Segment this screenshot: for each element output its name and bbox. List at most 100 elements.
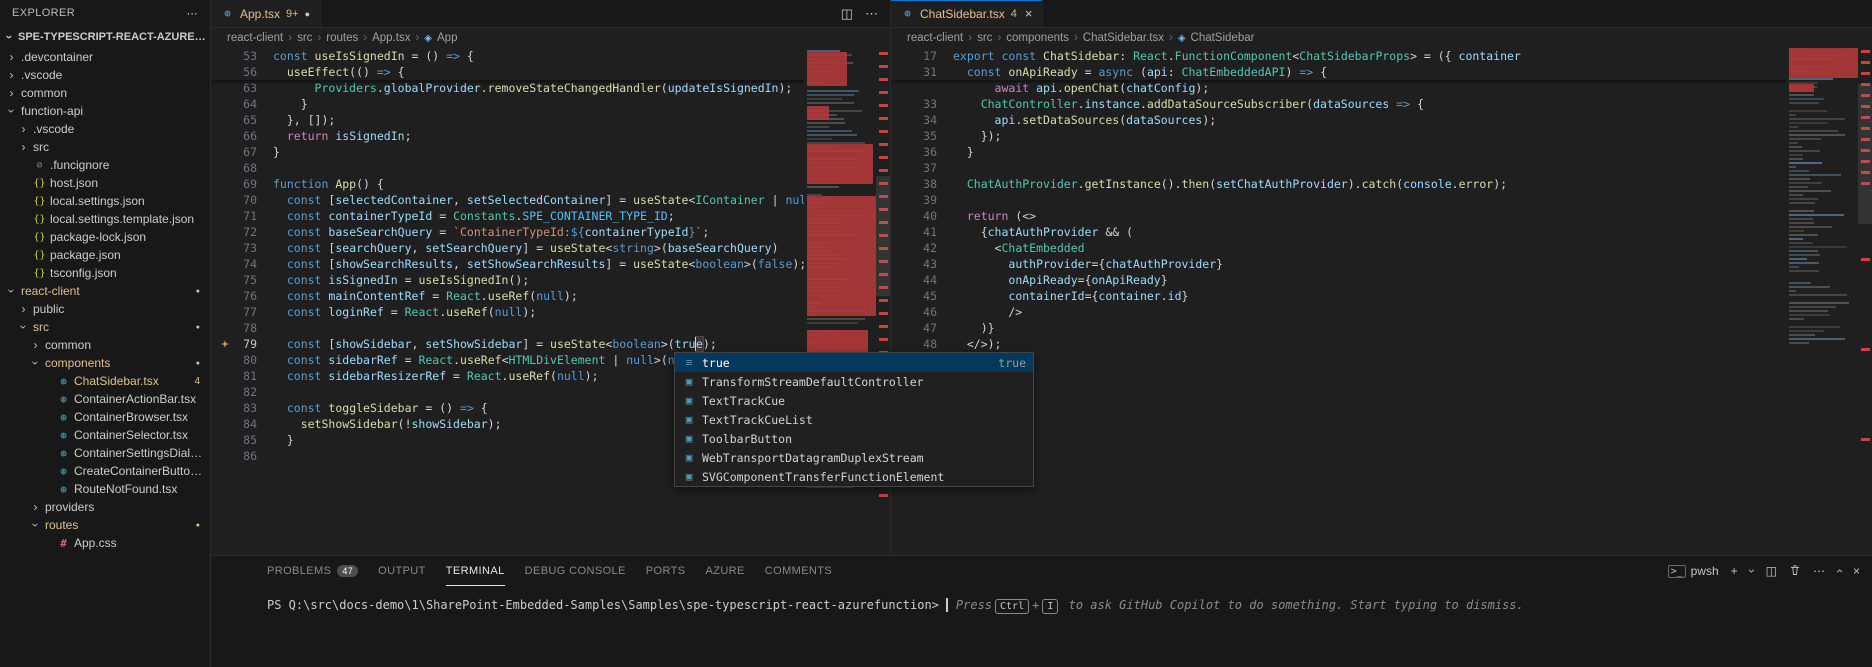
code-line[interactable]: 66 return isSignedIn; bbox=[211, 128, 890, 144]
suggest-item-texttrackcue[interactable]: ▣ TextTrackCue bbox=[675, 391, 1033, 410]
file-local-settings-json[interactable]: {} local.settings.json bbox=[0, 192, 210, 210]
line-number[interactable]: 37 bbox=[891, 160, 953, 176]
breadcrumb-item-app[interactable]: App bbox=[437, 32, 457, 44]
line-number[interactable]: 81 bbox=[211, 368, 273, 384]
line-number[interactable]: 36 bbox=[891, 144, 953, 160]
line-number[interactable]: 35 bbox=[891, 128, 953, 144]
breadcrumb-item-src[interactable]: src bbox=[977, 32, 992, 44]
panel-tab-output[interactable]: OUTPUT bbox=[378, 556, 426, 586]
line-number[interactable]: 63 bbox=[211, 80, 273, 96]
terminal-content[interactable]: PS Q:\src\docs-demo\1\SharePoint-Embedde… bbox=[211, 586, 1872, 614]
line-number[interactable]: 66 bbox=[211, 128, 273, 144]
folder-common[interactable]: › common bbox=[0, 84, 210, 102]
suggest-item-toolbarbutton[interactable]: ▣ ToolbarButton bbox=[675, 429, 1033, 448]
file-package-lock-json[interactable]: {} package-lock.json bbox=[0, 228, 210, 246]
file-funcignore[interactable]: ⊘ .funcignore bbox=[0, 156, 210, 174]
code-line[interactable]: 36 } bbox=[891, 144, 1872, 160]
code-line[interactable]: 34 api.setDataSources(dataSources); bbox=[891, 112, 1872, 128]
workspace-section-header[interactable]: › SPE-TYPESCRIPT-REACT-AZUREFUNCTION bbox=[0, 26, 210, 48]
line-number[interactable]: 43 bbox=[891, 256, 953, 272]
folder-devcontainer[interactable]: › .devcontainer bbox=[0, 48, 210, 66]
code-line[interactable]: 41 {chatAuthProvider && ( bbox=[891, 224, 1872, 240]
code-line[interactable]: 48 </>); bbox=[891, 336, 1872, 352]
code-line[interactable]: 37 bbox=[891, 160, 1872, 176]
line-number[interactable]: 41 bbox=[891, 224, 953, 240]
code-line[interactable]: 17 export const ChatSidebar: React.Functi… bbox=[891, 48, 1872, 64]
line-number[interactable]: 84 bbox=[211, 416, 273, 432]
line-number[interactable]: 79 bbox=[211, 336, 273, 352]
folder-routes[interactable]: › routes ● bbox=[0, 516, 210, 534]
line-number[interactable]: 39 bbox=[891, 192, 953, 208]
panel-tab-debug-console[interactable]: DEBUG CONSOLE bbox=[525, 556, 626, 586]
file-containerbrowser-tsx[interactable]: ⊛ ContainerBrowser.tsx bbox=[0, 408, 210, 426]
line-number[interactable]: 17 bbox=[891, 48, 953, 64]
line-number[interactable]: 71 bbox=[211, 208, 273, 224]
more-actions-icon[interactable]: ⋯ bbox=[865, 6, 878, 22]
folder-providers[interactable]: › providers bbox=[0, 498, 210, 516]
line-number[interactable]: 73 bbox=[211, 240, 273, 256]
folder-common[interactable]: › common bbox=[0, 336, 210, 354]
panel-tab-comments[interactable]: COMMENTS bbox=[765, 556, 832, 586]
line-number[interactable]: 78 bbox=[211, 320, 273, 336]
breadcrumb-item-src[interactable]: src bbox=[297, 32, 312, 44]
folder-react-client[interactable]: › react-client ● bbox=[0, 282, 210, 300]
new-terminal-button[interactable]: + bbox=[1731, 564, 1738, 578]
copilot-sparkle-icon[interactable] bbox=[221, 340, 229, 348]
line-number[interactable]: 75 bbox=[211, 272, 273, 288]
folder-src[interactable]: › src ● bbox=[0, 318, 210, 336]
line-number[interactable]: 80 bbox=[211, 352, 273, 368]
code-line[interactable]: 70 const [selectedContainer, setSelected… bbox=[211, 192, 890, 208]
line-number[interactable]: 56 bbox=[211, 64, 273, 80]
breadcrumb-item-components[interactable]: components bbox=[1006, 32, 1069, 44]
suggest-item-texttrackcuelist[interactable]: ▣ TextTrackCueList bbox=[675, 410, 1033, 429]
folder-components[interactable]: › components ● bbox=[0, 354, 210, 372]
code-line[interactable]: 67} bbox=[211, 144, 890, 160]
code-line[interactable]: 69 function App() { bbox=[211, 176, 890, 192]
line-number[interactable]: 64 bbox=[211, 96, 273, 112]
code-line[interactable]: 65 }, []); bbox=[211, 112, 890, 128]
code-line[interactable]: await api.openChat(chatConfig); bbox=[891, 80, 1872, 96]
terminal-instance-item[interactable]: >_ pwsh bbox=[1667, 564, 1719, 578]
overview-ruler[interactable] bbox=[1858, 48, 1872, 555]
line-number[interactable]: 69 bbox=[211, 176, 273, 192]
code-line[interactable]: 53 const useIsSignedIn = () => { bbox=[211, 48, 890, 64]
code-line[interactable]: 72 const baseSearchQuery = `ContainerTyp… bbox=[211, 224, 890, 240]
breadcrumb-item-chatsidebar[interactable]: ChatSidebar bbox=[1191, 32, 1255, 44]
file-containersettingsdialog-tsx[interactable]: ⊛ ContainerSettingsDialog.tsx bbox=[0, 444, 210, 462]
breadcrumb-item-app-tsx[interactable]: App.tsx bbox=[372, 32, 410, 44]
breadcrumb-item-routes[interactable]: routes bbox=[326, 32, 358, 44]
code-line[interactable]: 56 useEffect(() => { bbox=[211, 64, 890, 80]
line-number[interactable]: 85 bbox=[211, 432, 273, 448]
file-routenotfound-tsx[interactable]: ⊛ RouteNotFound.tsx bbox=[0, 480, 210, 498]
line-number[interactable]: 68 bbox=[211, 160, 273, 176]
line-number[interactable]: 76 bbox=[211, 288, 273, 304]
split-terminal-icon[interactable]: ◫ bbox=[1766, 564, 1777, 578]
suggest-item-true[interactable]: ≡ true true bbox=[675, 353, 1033, 372]
code-line[interactable]: 35 }); bbox=[891, 128, 1872, 144]
line-number[interactable]: 82 bbox=[211, 384, 273, 400]
line-number[interactable]: 70 bbox=[211, 192, 273, 208]
code-line[interactable]: 79 const [showSidebar, setShowSidebar] =… bbox=[211, 336, 890, 352]
code-editor-right[interactable]: 17 export const ChatSidebar: React.Functi… bbox=[891, 48, 1872, 555]
code-line[interactable]: 64 } bbox=[211, 96, 890, 112]
line-number[interactable]: 38 bbox=[891, 176, 953, 192]
line-number[interactable]: 77 bbox=[211, 304, 273, 320]
suggest-item-webtransportdatagramduplexstream[interactable]: ▣ WebTransportDatagramDuplexStream bbox=[675, 448, 1033, 467]
line-number[interactable]: 74 bbox=[211, 256, 273, 272]
file-containeractionbar-tsx[interactable]: ⊛ ContainerActionBar.tsx bbox=[0, 390, 210, 408]
maximize-panel-icon[interactable]: › bbox=[1832, 569, 1846, 573]
panel-more-actions-icon[interactable]: ⋯ bbox=[1813, 564, 1825, 578]
close-panel-icon[interactable]: × bbox=[1853, 564, 1860, 578]
code-line[interactable]: 40 return (<> bbox=[891, 208, 1872, 224]
code-line[interactable]: 47 )} bbox=[891, 320, 1872, 336]
code-line[interactable]: 39 bbox=[891, 192, 1872, 208]
breadcrumb-item-react-client[interactable]: react-client bbox=[227, 32, 283, 44]
line-number[interactable]: 46 bbox=[891, 304, 953, 320]
file-local-settings-template-json[interactable]: {} local.settings.template.json bbox=[0, 210, 210, 228]
file-chatsidebar-tsx[interactable]: ⊛ ChatSidebar.tsx 4 bbox=[0, 372, 210, 390]
code-line[interactable]: 73 const [searchQuery, setSearchQuery] =… bbox=[211, 240, 890, 256]
code-line[interactable]: 42 <ChatEmbedded bbox=[891, 240, 1872, 256]
close-tab-icon[interactable]: × bbox=[1023, 6, 1033, 21]
code-line[interactable]: 31 const onApiReady = async (api: ChatEm… bbox=[891, 64, 1872, 80]
code-line[interactable]: 45 containerId={container.id} bbox=[891, 288, 1872, 304]
